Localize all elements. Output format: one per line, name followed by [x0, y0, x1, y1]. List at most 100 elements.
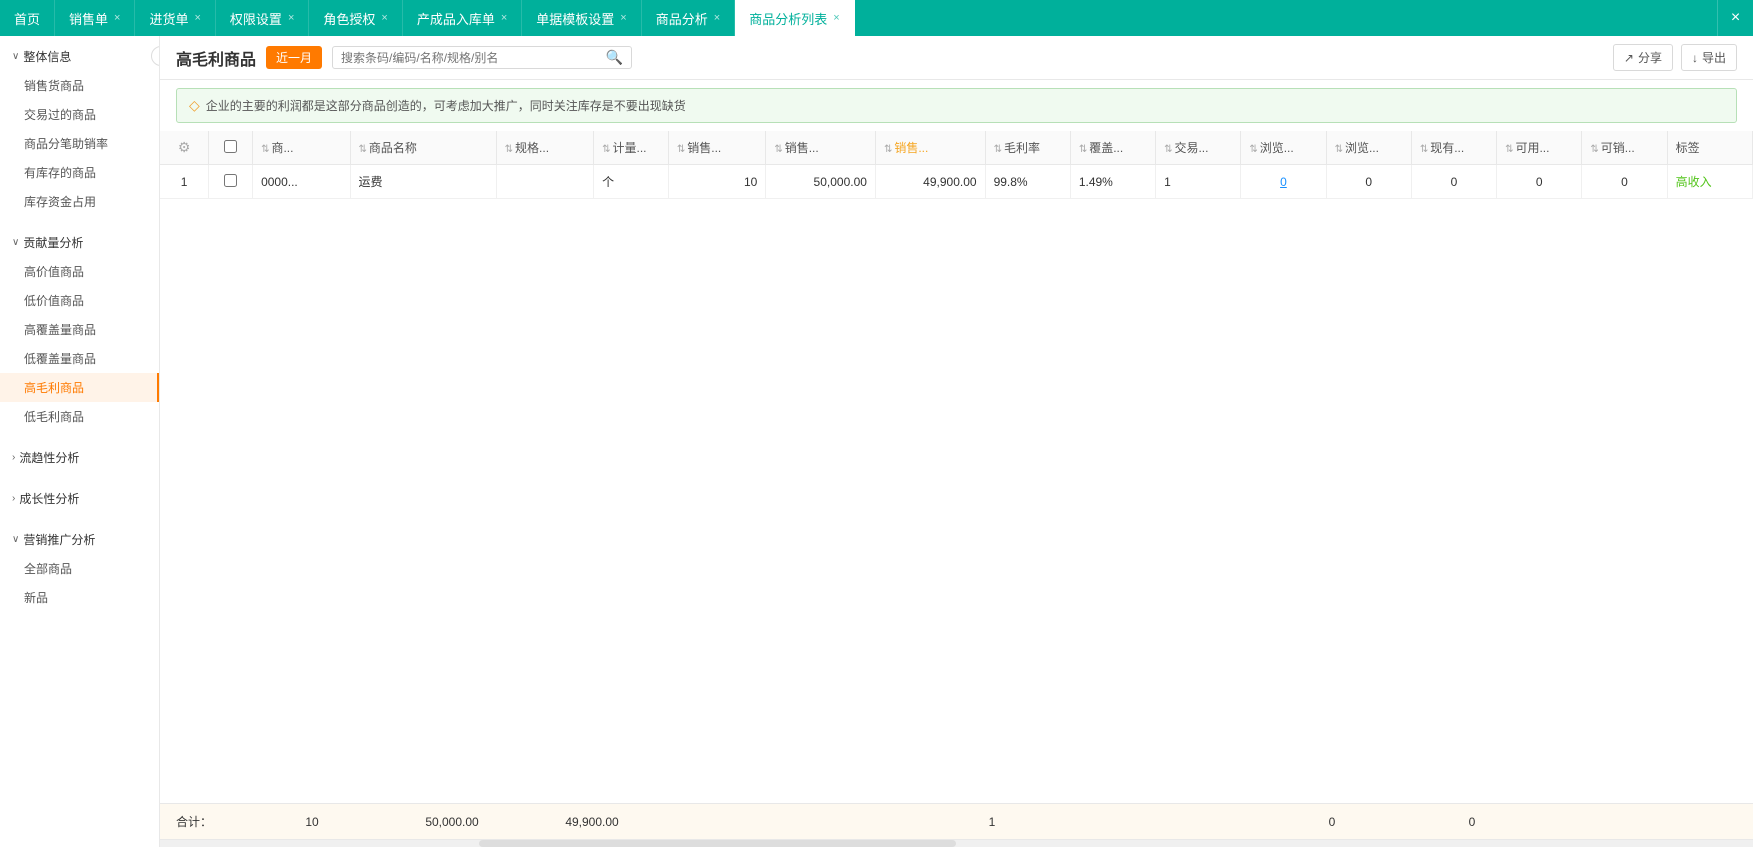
close-roles-tab[interactable]: ×: [381, 12, 387, 24]
cell-code: 0000...: [253, 165, 350, 199]
col-current-header[interactable]: ⇅现有...: [1411, 131, 1496, 165]
nav-tab-roles[interactable]: 角色授权 ×: [309, 0, 402, 36]
close-sales-tab[interactable]: ×: [114, 12, 120, 24]
sidebar-item-sales-goods[interactable]: 销售货商品: [0, 71, 159, 100]
col-gross-rate-header[interactable]: ⇅毛利率: [985, 131, 1070, 165]
cell-sales-amt: 50,000.00: [766, 165, 876, 199]
nav-tab-purchase[interactable]: 进货单 ×: [135, 0, 215, 36]
sort-icon-browse2: ⇅: [1335, 144, 1343, 155]
sidebar-item-assist-sales-rate[interactable]: 商品分笔助销率: [0, 129, 159, 158]
col-sellable-header[interactable]: ⇅可销...: [1582, 131, 1667, 165]
sidebar-item-new-goods[interactable]: 新品: [0, 583, 159, 612]
sort-icon-profit: ⇅: [884, 144, 892, 155]
cell-sales-profit: 49,900.00: [875, 165, 985, 199]
sort-icon-amt: ⇅: [774, 144, 782, 155]
nav-tab-analysis-list[interactable]: 商品分析列表 ×: [735, 0, 854, 36]
col-browse2-header[interactable]: ⇅浏览...: [1326, 131, 1411, 165]
col-settings-header[interactable]: ⚙: [160, 131, 209, 165]
nav-tab-home[interactable]: 首页: [0, 0, 55, 36]
search-icon[interactable]: 🔍: [606, 49, 623, 66]
sidebar-item-traded-goods[interactable]: 交易过的商品: [0, 100, 159, 129]
nav-tab-analysis[interactable]: 商品分析 ×: [642, 0, 735, 36]
col-checkbox-header[interactable]: [209, 131, 253, 165]
sidebar-group-contribution-title[interactable]: ∨ 贡献量分析: [0, 228, 159, 257]
nav-tab-product-inbound[interactable]: 产成品入库单 ×: [403, 0, 522, 36]
table-header-row: ⚙ ⇅商... ⇅商品名称 ⇅规格...: [160, 131, 1753, 165]
sidebar-item-stock-fund[interactable]: 库存资金占用: [0, 187, 159, 216]
sort-icon-trade: ⇅: [1164, 144, 1172, 155]
cell-unit: 个: [594, 165, 669, 199]
filter-period-button[interactable]: 近一月: [266, 46, 322, 69]
sidebar-item-high-value[interactable]: 高价值商品: [0, 257, 159, 286]
horizontal-scrollbar[interactable]: [160, 839, 1753, 847]
sidebar: 《 ∨ 整体信息 销售货商品 交易过的商品 商品分笔助销率 有库存的商品 库存资…: [0, 36, 160, 847]
export-button[interactable]: ↓ 导出: [1681, 44, 1737, 71]
sidebar-item-low-value[interactable]: 低价值商品: [0, 286, 159, 315]
col-tag-header[interactable]: 标签: [1667, 131, 1752, 165]
close-permissions-tab[interactable]: ×: [288, 12, 294, 24]
cell-browse1[interactable]: 0: [1241, 165, 1326, 199]
table-footer: 合计： 10 50,000.00 49,900.00 1 0 0: [160, 803, 1753, 839]
sort-icon-gross: ⇅: [994, 144, 1002, 155]
nav-tab-permissions[interactable]: 权限设置 ×: [216, 0, 309, 36]
sort-icon-spec: ⇅: [505, 144, 513, 155]
cell-tag: 高收入: [1667, 165, 1752, 199]
header-actions: ↗ 分享 ↓ 导出: [1613, 44, 1737, 71]
col-sales-amt-header[interactable]: ⇅销售...: [766, 131, 876, 165]
sidebar-group-overview-title[interactable]: ∨ 整体信息: [0, 42, 159, 71]
sidebar-item-low-coverage[interactable]: 低覆盖量商品: [0, 344, 159, 373]
sort-icon-code: ⇅: [261, 144, 269, 155]
sort-icon-sellable: ⇅: [1590, 144, 1598, 155]
data-table: ⚙ ⇅商... ⇅商品名称 ⇅规格...: [160, 131, 1753, 199]
col-coverage-header[interactable]: ⇅覆盖...: [1070, 131, 1155, 165]
sort-icon-qty: ⇅: [677, 144, 685, 155]
search-input[interactable]: [341, 51, 602, 65]
nav-tab-template[interactable]: 单据模板设置 ×: [522, 0, 641, 36]
row-checkbox[interactable]: [224, 174, 237, 187]
footer-available: 0: [1432, 815, 1512, 829]
sidebar-group-trend: › 流趋性分析: [0, 437, 159, 478]
close-analysis-tab[interactable]: ×: [714, 12, 720, 24]
sidebar-item-high-coverage[interactable]: 高覆盖量商品: [0, 315, 159, 344]
settings-icon[interactable]: ⚙: [178, 139, 191, 155]
footer-trade: 1: [952, 815, 1032, 829]
sidebar-group-marketing-title[interactable]: ∨ 营销推广分析: [0, 525, 159, 554]
col-available-header[interactable]: ⇅可用...: [1497, 131, 1582, 165]
sidebar-item-in-stock-goods[interactable]: 有库存的商品: [0, 158, 159, 187]
close-all-tabs[interactable]: ×: [1717, 0, 1753, 36]
col-sales-profit-header[interactable]: ⇅销售...: [875, 131, 985, 165]
col-browse1-header[interactable]: ⇅浏览...: [1241, 131, 1326, 165]
cell-trade: 1: [1156, 165, 1241, 199]
top-nav: 首页 销售单 × 进货单 × 权限设置 × 角色授权 × 产成品入库单 × 单据…: [0, 0, 1753, 36]
sort-icon-available: ⇅: [1505, 144, 1513, 155]
sidebar-item-low-margin[interactable]: 低毛利商品: [0, 402, 159, 431]
sort-icon-current: ⇅: [1420, 144, 1428, 155]
sidebar-group-overview: ∨ 整体信息 销售货商品 交易过的商品 商品分笔助销率 有库存的商品 库存资金占…: [0, 36, 159, 222]
close-product-tab[interactable]: ×: [501, 12, 507, 24]
share-button[interactable]: ↗ 分享: [1613, 44, 1673, 71]
arrow-down-overview: ∨: [12, 51, 19, 62]
sidebar-group-contribution: ∨ 贡献量分析 高价值商品 低价值商品 高覆盖量商品 低覆盖量商品 高毛利商品 …: [0, 222, 159, 437]
sidebar-item-all-goods[interactable]: 全部商品: [0, 554, 159, 583]
cell-checkbox[interactable]: [209, 165, 253, 199]
table-row: 1 0000... 运费 个 10 50,000.00 49,900.00 99…: [160, 165, 1753, 199]
col-unit-header[interactable]: ⇅计量...: [594, 131, 669, 165]
nav-tab-sales[interactable]: 销售单 ×: [55, 0, 135, 36]
col-name-header[interactable]: ⇅商品名称: [350, 131, 496, 165]
sidebar-group-trend-title[interactable]: › 流趋性分析: [0, 443, 159, 472]
cell-name: 运费: [350, 165, 496, 199]
arrow-right-trend: ›: [12, 452, 15, 463]
sidebar-group-growth-title[interactable]: › 成长性分析: [0, 484, 159, 513]
close-analysis-list-tab[interactable]: ×: [833, 12, 839, 24]
col-spec-header[interactable]: ⇅规格...: [496, 131, 593, 165]
close-purchase-tab[interactable]: ×: [194, 12, 200, 24]
col-sales-qty-header[interactable]: ⇅销售...: [668, 131, 765, 165]
col-code-header[interactable]: ⇅商...: [253, 131, 350, 165]
arrow-down-marketing: ∨: [12, 534, 19, 545]
footer-current: 0: [1292, 815, 1372, 829]
select-all-checkbox[interactable]: [224, 140, 237, 153]
col-trade-header[interactable]: ⇅交易...: [1156, 131, 1241, 165]
sidebar-item-high-margin[interactable]: 高毛利商品: [0, 373, 159, 402]
close-template-tab[interactable]: ×: [620, 12, 626, 24]
arrow-right-growth: ›: [12, 493, 15, 504]
